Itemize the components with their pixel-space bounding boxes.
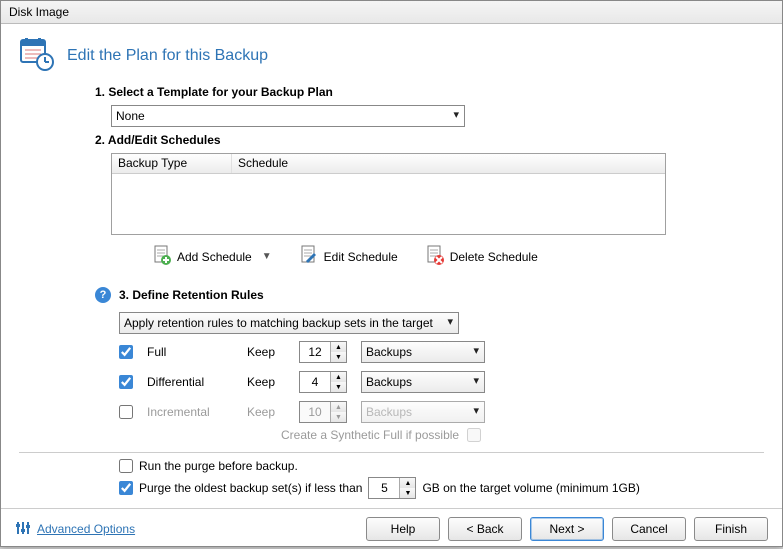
incr-spinner: ▲▼ bbox=[299, 401, 347, 423]
template-select[interactable]: None bbox=[111, 105, 465, 127]
footer: Advanced Options Help < Back Next > Canc… bbox=[1, 508, 782, 549]
incr-label: Incremental bbox=[147, 405, 233, 419]
full-checkbox[interactable] bbox=[119, 345, 133, 359]
section-3-header: ? 3. Define Retention Rules bbox=[95, 282, 764, 308]
header: Edit the Plan for this Backup bbox=[19, 36, 764, 75]
advanced-options-label: Advanced Options bbox=[37, 522, 135, 536]
incr-value bbox=[300, 402, 330, 422]
retention-apply-select[interactable]: Apply retention rules to matching backup… bbox=[119, 312, 459, 334]
purge-oldest-suffix: GB on the target volume (minimum 1GB) bbox=[422, 481, 639, 495]
cancel-button[interactable]: Cancel bbox=[612, 517, 686, 541]
retention-apply-wrap: Apply retention rules to matching backup… bbox=[119, 312, 459, 334]
spinner-up-icon[interactable]: ▲ bbox=[331, 342, 346, 352]
next-button[interactable]: Next > bbox=[530, 517, 604, 541]
divider bbox=[19, 452, 764, 453]
help-button[interactable]: Help bbox=[366, 517, 440, 541]
spinner-down-icon[interactable]: ▼ bbox=[331, 352, 346, 362]
finish-button[interactable]: Finish bbox=[694, 517, 768, 541]
synthetic-label: Create a Synthetic Full if possible bbox=[281, 428, 459, 442]
titlebar: Disk Image bbox=[1, 1, 782, 24]
spinner-up-icon[interactable]: ▲ bbox=[400, 478, 415, 488]
back-button[interactable]: < Back bbox=[448, 517, 522, 541]
incr-unit-select: Backups bbox=[361, 401, 485, 423]
template-select-wrap: None bbox=[111, 105, 465, 127]
diff-label: Differential bbox=[147, 375, 233, 389]
purge-before-label: Run the purge before backup. bbox=[139, 459, 298, 473]
keep-label-diff: Keep bbox=[247, 375, 285, 389]
document-edit-icon bbox=[300, 245, 318, 268]
synthetic-checkbox bbox=[467, 428, 481, 442]
purge-before-checkbox[interactable] bbox=[119, 459, 133, 473]
edit-schedule-button[interactable]: Edit Schedule bbox=[300, 245, 398, 268]
purge-gb-spinner: ▲▼ bbox=[368, 477, 416, 499]
purge-before-row: Run the purge before backup. bbox=[119, 459, 764, 473]
page-title: Edit the Plan for this Backup bbox=[67, 47, 268, 65]
add-schedule-button[interactable]: Add Schedule ▼ bbox=[153, 245, 272, 268]
spinner-down-icon[interactable]: ▼ bbox=[331, 382, 346, 392]
full-unit-select[interactable]: Backups bbox=[361, 341, 485, 363]
synthetic-row: Create a Synthetic Full if possible bbox=[281, 428, 764, 442]
keep-label-incr: Keep bbox=[247, 405, 285, 419]
calendar-clock-icon bbox=[19, 36, 55, 75]
incr-checkbox[interactable] bbox=[119, 405, 133, 419]
spinner-down-icon: ▼ bbox=[331, 412, 346, 422]
chevron-down-icon: ▼ bbox=[262, 251, 272, 262]
edit-schedule-label: Edit Schedule bbox=[324, 250, 398, 264]
button-row: Help < Back Next > Cancel Finish bbox=[366, 517, 768, 541]
schedule-buttons: Add Schedule ▼ Edit Schedule Delete Sche… bbox=[153, 245, 764, 268]
spinner-up-icon: ▲ bbox=[331, 402, 346, 412]
full-spinner: ▲▼ bbox=[299, 341, 347, 363]
purge-oldest-row: Purge the oldest backup set(s) if less t… bbox=[119, 477, 764, 499]
diff-checkbox[interactable] bbox=[119, 375, 133, 389]
spinner-up-icon[interactable]: ▲ bbox=[331, 372, 346, 382]
content-area: Edit the Plan for this Backup 1. Select … bbox=[1, 24, 782, 502]
window-title: Disk Image bbox=[9, 5, 69, 19]
delete-schedule-button[interactable]: Delete Schedule bbox=[426, 245, 538, 268]
diff-unit-select[interactable]: Backups bbox=[361, 371, 485, 393]
delete-schedule-label: Delete Schedule bbox=[450, 250, 538, 264]
keep-label-full: Keep bbox=[247, 345, 285, 359]
rule-incr: Incremental Keep ▲▼ Backups bbox=[119, 400, 764, 424]
purge-oldest-checkbox[interactable] bbox=[119, 481, 133, 495]
advanced-options-link[interactable]: Advanced Options bbox=[15, 520, 135, 539]
full-label: Full bbox=[147, 345, 233, 359]
sliders-icon bbox=[15, 520, 31, 539]
rule-diff: Differential Keep ▲▼ Backups bbox=[119, 370, 764, 394]
purge-oldest-prefix: Purge the oldest backup set(s) if less t… bbox=[139, 481, 362, 495]
diff-value[interactable] bbox=[300, 372, 330, 392]
diff-spinner: ▲▼ bbox=[299, 371, 347, 393]
col-schedule: Schedule bbox=[232, 154, 665, 173]
help-icon[interactable]: ? bbox=[95, 287, 111, 303]
rule-full: Full Keep ▲▼ Backups bbox=[119, 340, 764, 364]
full-value[interactable] bbox=[300, 342, 330, 362]
purge-gb-value[interactable] bbox=[369, 478, 399, 498]
schedule-table[interactable]: Backup Type Schedule bbox=[111, 153, 666, 235]
add-schedule-label: Add Schedule bbox=[177, 250, 252, 264]
dialog-window: Disk Image Edit the Plan for this Backup… bbox=[0, 0, 783, 547]
table-header: Backup Type Schedule bbox=[112, 154, 665, 174]
document-add-icon bbox=[153, 245, 171, 268]
spinner-down-icon[interactable]: ▼ bbox=[400, 488, 415, 498]
section-1-label: 1. Select a Template for your Backup Pla… bbox=[95, 85, 764, 99]
section-2-label: 2. Add/Edit Schedules bbox=[95, 133, 764, 147]
document-delete-icon bbox=[426, 245, 444, 268]
section-3-label: 3. Define Retention Rules bbox=[119, 288, 264, 302]
col-backup-type: Backup Type bbox=[112, 154, 232, 173]
